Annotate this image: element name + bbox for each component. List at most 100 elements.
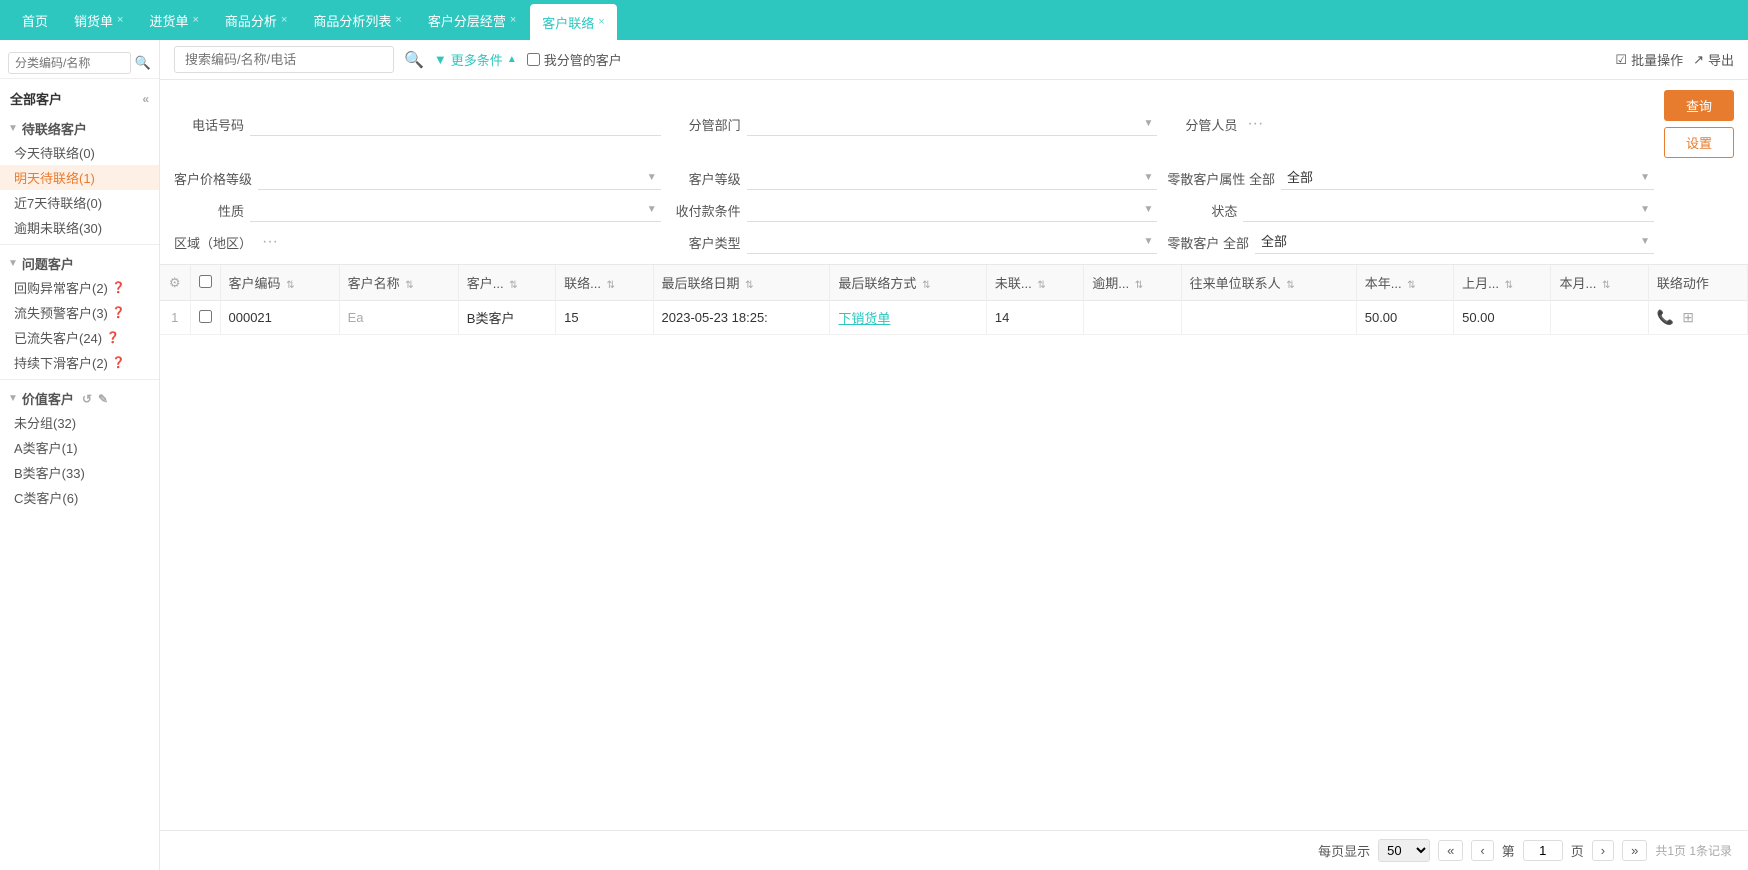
last-page-btn[interactable]: » xyxy=(1622,840,1647,861)
row-name[interactable]: Ea xyxy=(339,301,458,335)
sidebar-group-pending[interactable]: ▼ 待联络客户 xyxy=(0,114,159,140)
filter-customer-level-select[interactable] xyxy=(747,166,1158,189)
refresh-icon[interactable]: ↺ xyxy=(82,392,92,406)
nav-home[interactable]: 首页 xyxy=(10,0,60,40)
action-grid-icon[interactable]: ⊞ xyxy=(1682,309,1694,326)
filter-payment: 收付款条件 ▼ xyxy=(671,198,1158,222)
filter-manager-label: 分管人员 xyxy=(1167,115,1237,134)
sidebar-item-week[interactable]: 近7天待联络(0) xyxy=(0,190,159,215)
filter-search-input[interactable] xyxy=(174,46,394,73)
filter-retail-attr-select-wrapper: 全部 ▼ xyxy=(1281,166,1654,190)
filter-payment-select[interactable] xyxy=(747,198,1158,221)
settings-btn[interactable]: 设置 xyxy=(1664,127,1734,158)
sidebar-item-overdue[interactable]: 逾期未联络(30) xyxy=(0,215,159,240)
nav-product-list-close[interactable]: × xyxy=(395,14,401,26)
batch-op-btn[interactable]: ☑ 批量操作 xyxy=(1615,50,1683,69)
filter-price-level-select[interactable] xyxy=(258,166,661,189)
nav-customer-segment-close[interactable]: × xyxy=(510,14,516,26)
filter-region-dots[interactable]: ··· xyxy=(258,233,282,251)
filter-price-level-select-wrapper: ▼ xyxy=(258,166,661,190)
filter-customer-type: 客户类型 ▼ xyxy=(671,230,1158,254)
filter-phone-input[interactable] xyxy=(250,112,661,136)
my-customers-check[interactable] xyxy=(527,53,540,66)
my-customers-label: 我分管的客户 xyxy=(544,50,622,69)
sidebar-item-today[interactable]: 今天待联络(0) xyxy=(0,140,159,165)
col-last-month: 上月... ⇅ xyxy=(1454,265,1551,301)
filter-retail-attr-select[interactable]: 全部 xyxy=(1281,166,1654,189)
nav-sales-label: 销货单 xyxy=(74,11,113,30)
row-action: 📞 ⊞ xyxy=(1648,301,1747,335)
sort-icon-type[interactable]: ⇅ xyxy=(509,280,517,291)
filter-nature-select[interactable] xyxy=(250,198,661,221)
sort-icon-contact-count[interactable]: ⇅ xyxy=(607,280,615,291)
select-all-checkbox[interactable] xyxy=(199,275,212,288)
nav-sales[interactable]: 销货单 × xyxy=(62,0,135,40)
sidebar-item-abnormal[interactable]: 回购异常客户(2) ❓ xyxy=(0,275,159,300)
more-conditions-btn[interactable]: ▼ 更多条件 ▲ xyxy=(434,50,517,69)
sidebar-item-today-label: 今天待联络(0) xyxy=(14,143,95,162)
first-page-btn[interactable]: « xyxy=(1438,840,1463,861)
filter-nature-select-wrapper: ▼ xyxy=(250,198,661,222)
filter-retail-customer-select[interactable]: 全部 xyxy=(1255,230,1654,253)
nav-product-analysis-close[interactable]: × xyxy=(281,14,287,26)
filter-search-btn[interactable]: 🔍 xyxy=(404,50,424,70)
sidebar-item-churn-warning[interactable]: 流失预警客户(3) ❓ xyxy=(0,300,159,325)
sort-icon-last-method[interactable]: ⇅ xyxy=(922,280,930,291)
sidebar-all-customers[interactable]: 全部客户 « xyxy=(0,83,159,114)
sidebar-item-b-class[interactable]: B类客户(33) xyxy=(0,460,159,485)
my-customers-checkbox[interactable]: 我分管的客户 xyxy=(527,50,622,69)
filter-status-select[interactable] xyxy=(1243,198,1654,221)
sort-icon-this-year[interactable]: ⇅ xyxy=(1407,280,1415,291)
sort-icon-code[interactable]: ⇅ xyxy=(286,280,294,291)
sidebar-search-input[interactable] xyxy=(8,52,131,74)
filter-manager-dots[interactable]: ··· xyxy=(1243,115,1267,133)
sort-icon-last-month[interactable]: ⇅ xyxy=(1505,280,1513,291)
nav-purchase-close[interactable]: × xyxy=(192,14,198,26)
value-arrow: ▼ xyxy=(8,393,18,404)
last-method-link[interactable]: 下销货单 xyxy=(838,311,890,326)
table-area: ⚙ 客户编码 ⇅ 客户名称 ⇅ 客户... ⇅ 联络... ⇅ 最后联络日期 ⇅… xyxy=(160,265,1748,830)
prev-page-btn[interactable]: ‹ xyxy=(1471,840,1493,861)
nav-product-list[interactable]: 商品分析列表 × xyxy=(301,0,413,40)
sidebar-item-tomorrow[interactable]: 明天待联络(1) xyxy=(0,165,159,190)
action-phone-icon[interactable]: 📞 xyxy=(1657,309,1674,326)
row-last-method[interactable]: 下销货单 xyxy=(830,301,986,335)
sidebar-item-churned[interactable]: 已流失客户(24) ❓ xyxy=(0,325,159,350)
nav-customer-contact[interactable]: 客户联络 × xyxy=(530,4,616,40)
sidebar-search-btn[interactable]: 🔍 xyxy=(135,55,151,71)
sort-icon-last-date[interactable]: ⇅ xyxy=(745,280,753,291)
filter-row-4: 区域（地区） ··· 客户类型 ▼ 零散客户 全部 全部 ▼ xyxy=(174,230,1734,254)
sort-icon-uncontacted[interactable]: ⇅ xyxy=(1037,280,1045,291)
nav-sales-close[interactable]: × xyxy=(117,14,123,26)
sidebar-group-value[interactable]: ▼ 价值客户 ↺ ✎ xyxy=(0,384,159,410)
page-unit: 页 xyxy=(1571,841,1584,860)
nav-customer-contact-close[interactable]: × xyxy=(598,16,604,28)
sidebar-item-c-class[interactable]: C类客户(6) xyxy=(0,485,159,510)
sort-icon-this-month[interactable]: ⇅ xyxy=(1602,280,1610,291)
filter-nature-label: 性质 xyxy=(174,201,244,220)
filter-payment-select-wrapper: ▼ xyxy=(747,198,1158,222)
customer-table: ⚙ 客户编码 ⇅ 客户名称 ⇅ 客户... ⇅ 联络... ⇅ 最后联络日期 ⇅… xyxy=(160,265,1748,335)
export-btn[interactable]: ↗ 导出 xyxy=(1693,50,1734,69)
page-input[interactable] xyxy=(1523,840,1563,861)
table-header-row: ⚙ 客户编码 ⇅ 客户名称 ⇅ 客户... ⇅ 联络... ⇅ 最后联络日期 ⇅… xyxy=(160,265,1748,301)
col-gear[interactable]: ⚙ xyxy=(160,265,190,301)
query-btn[interactable]: 查询 xyxy=(1664,90,1734,121)
filter-customer-type-select[interactable] xyxy=(747,230,1158,253)
row-check[interactable] xyxy=(199,310,212,323)
edit-icon[interactable]: ✎ xyxy=(98,392,108,406)
row-checkbox[interactable] xyxy=(190,301,220,335)
sidebar-item-a-class[interactable]: A类客户(1) xyxy=(0,435,159,460)
sort-icon-contact-person[interactable]: ⇅ xyxy=(1286,280,1294,291)
page-size-select[interactable]: 50 100 xyxy=(1378,839,1430,862)
sidebar-group-problem[interactable]: ▼ 问题客户 xyxy=(0,249,159,275)
sort-icon-overdue[interactable]: ⇅ xyxy=(1135,280,1143,291)
nav-customer-segment[interactable]: 客户分层经营 × xyxy=(416,0,528,40)
nav-purchase[interactable]: 进货单 × xyxy=(137,0,210,40)
nav-product-analysis[interactable]: 商品分析 × xyxy=(213,0,299,40)
filter-dept-select[interactable] xyxy=(747,112,1158,135)
next-page-btn[interactable]: › xyxy=(1592,840,1614,861)
sidebar-item-ungrouped[interactable]: 未分组(32) xyxy=(0,410,159,435)
sort-icon-name[interactable]: ⇅ xyxy=(405,280,413,291)
sidebar-item-declining[interactable]: 持续下滑客户(2) ❓ xyxy=(0,350,159,375)
